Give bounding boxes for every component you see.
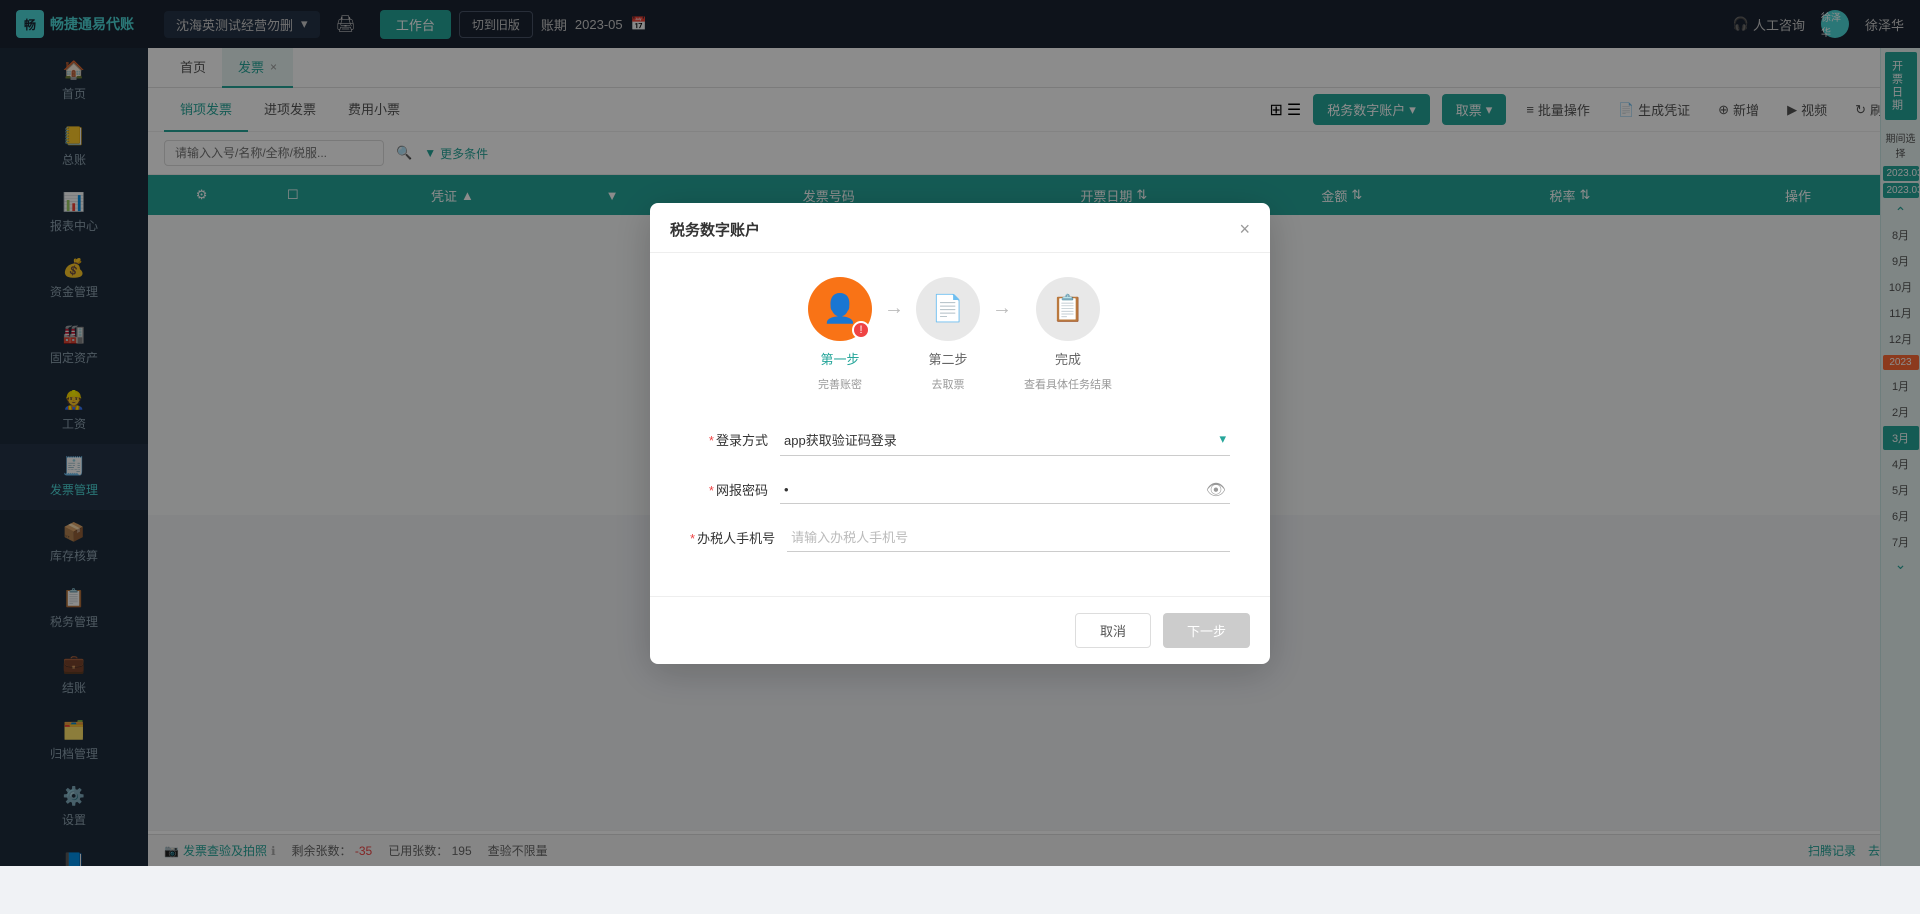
step-3-icon: 📋 xyxy=(1052,293,1084,324)
taxpayer-phone-input[interactable] xyxy=(787,524,1230,552)
dialog-form: 登录方式 app获取验证码登录 ▾ 网报密码 👁 办税人手机 xyxy=(690,424,1230,552)
taxpayer-phone-field: 办税人手机号 xyxy=(690,524,1230,552)
net-password-field: 网报密码 👁 xyxy=(690,476,1230,504)
net-password-input-wrap: 👁 xyxy=(780,476,1230,504)
step-arrow-2: → xyxy=(992,277,1012,320)
tax-digital-dialog: 税务数字账户 × 👤 ! 第一步 完善账密 → xyxy=(650,203,1270,664)
dialog-title: 税务数字账户 xyxy=(670,219,760,240)
steps: 👤 ! 第一步 完善账密 → 📄 第二步 去取票 → xyxy=(690,277,1230,392)
step-2-label: 第二步 xyxy=(928,349,967,368)
dialog-footer: 取消 下一步 xyxy=(650,596,1270,664)
login-method-dropdown-icon: ▾ xyxy=(1219,431,1226,447)
cancel-button[interactable]: 取消 xyxy=(1075,613,1151,648)
step-1: 👤 ! 第一步 完善账密 xyxy=(808,277,872,392)
dialog-header: 税务数字账户 × xyxy=(650,203,1270,253)
step-1-icon-wrap: 👤 ! xyxy=(808,277,872,341)
net-password-input[interactable] xyxy=(780,476,1230,504)
step-3-label: 完成 xyxy=(1055,349,1081,368)
next-button[interactable]: 下一步 xyxy=(1163,613,1250,648)
step-2: 📄 第二步 去取票 xyxy=(916,277,980,392)
step-3: 📋 完成 查看具体任务结果 xyxy=(1024,277,1112,392)
net-password-label: 网报密码 xyxy=(690,480,780,499)
step-1-label: 第一步 xyxy=(820,349,859,368)
step-arrow-1: → xyxy=(884,277,904,320)
dialog-body: 👤 ! 第一步 完善账密 → 📄 第二步 去取票 → xyxy=(650,253,1270,596)
step-1-sub: 完善账密 xyxy=(818,376,862,392)
step-3-sub: 查看具体任务结果 xyxy=(1024,376,1112,392)
login-method-value: app获取验证码登录 xyxy=(784,430,897,449)
password-eye-icon[interactable]: 👁 xyxy=(1206,480,1226,500)
login-method-label: 登录方式 xyxy=(690,430,780,449)
dialog-overlay: 税务数字账户 × 👤 ! 第一步 完善账密 → xyxy=(0,0,1920,866)
login-method-field: 登录方式 app获取验证码登录 ▾ xyxy=(690,424,1230,456)
step-2-icon: 📄 xyxy=(932,293,964,324)
step-2-sub: 去取票 xyxy=(932,376,965,392)
taxpayer-phone-label: 办税人手机号 xyxy=(690,528,787,547)
step-1-badge: ! xyxy=(852,321,870,339)
step-3-icon-wrap: 📋 xyxy=(1036,277,1100,341)
dialog-close-button[interactable]: × xyxy=(1239,220,1250,238)
login-method-select[interactable]: app获取验证码登录 ▾ xyxy=(780,424,1230,456)
step-2-icon-wrap: 📄 xyxy=(916,277,980,341)
step-1-icon: 👤 xyxy=(823,292,858,325)
